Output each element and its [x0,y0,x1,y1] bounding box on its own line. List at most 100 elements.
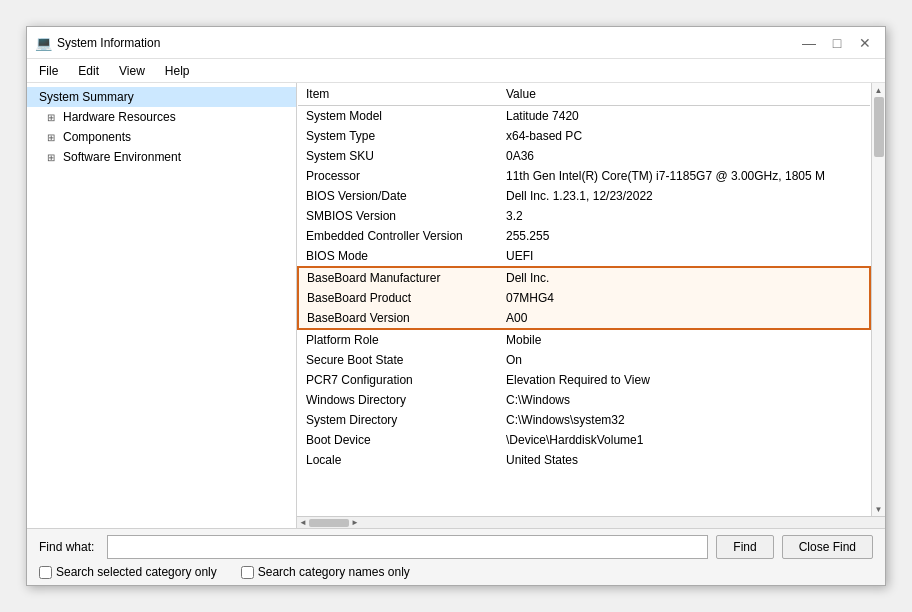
data-panel-inner: Item Value System ModelLatitude 7420Syst… [297,83,885,516]
menu-help[interactable]: Help [157,62,198,80]
table-cell-value: 0A36 [498,146,870,166]
maximize-button[interactable]: □ [825,31,849,55]
table-row: Secure Boot StateOn [298,350,870,370]
table-cell-item: Windows Directory [298,390,498,410]
find-label: Find what: [39,540,99,554]
table-row: System SKU0A36 [298,146,870,166]
table-row: Embedded Controller Version255.255 [298,226,870,246]
sidebar-label-software: Software Environment [63,150,181,164]
app-icon: 💻 [35,35,51,51]
table-cell-value: On [498,350,870,370]
sidebar-item-hardware-resources[interactable]: ⊞ Hardware Resources [27,107,296,127]
table-row: BaseBoard ManufacturerDell Inc. [298,267,870,288]
checkbox-category-names[interactable]: Search category names only [241,565,410,579]
main-window: 💻 System Information — □ ✕ File Edit Vie… [26,26,886,586]
table-cell-item: SMBIOS Version [298,206,498,226]
title-bar: 💻 System Information — □ ✕ [27,27,885,59]
table-cell-item: System SKU [298,146,498,166]
scroll-up-arrow[interactable]: ▲ [875,83,883,97]
table-cell-item: BaseBoard Manufacturer [298,267,498,288]
sidebar-label-hardware: Hardware Resources [63,110,176,124]
table-cell-item: System Directory [298,410,498,430]
expand-components-icon: ⊞ [47,132,59,143]
table-row: Processor11th Gen Intel(R) Core(TM) i7-1… [298,166,870,186]
table-cell-item: BaseBoard Product [298,288,498,308]
table-row: SMBIOS Version3.2 [298,206,870,226]
sidebar-label-system-summary: System Summary [39,90,134,104]
scroll-left-arrow[interactable]: ◄ [299,518,307,527]
table-row: Boot Device\Device\HarddiskVolume1 [298,430,870,450]
close-find-button[interactable]: Close Find [782,535,873,559]
table-cell-item: BIOS Mode [298,246,498,267]
expand-hardware-icon: ⊞ [47,112,59,123]
table-cell-item: System Type [298,126,498,146]
table-cell-item: BaseBoard Version [298,308,498,329]
data-panel: Item Value System ModelLatitude 7420Syst… [297,83,885,528]
table-row: LocaleUnited States [298,450,870,470]
data-table-container[interactable]: Item Value System ModelLatitude 7420Syst… [297,83,871,516]
scroll-thumb[interactable] [874,97,884,157]
table-row: System DirectoryC:\Windows\system32 [298,410,870,430]
data-table: Item Value System ModelLatitude 7420Syst… [297,83,871,470]
sidebar-item-software-environment[interactable]: ⊞ Software Environment [27,147,296,167]
table-cell-value: UEFI [498,246,870,267]
table-cell-item: Processor [298,166,498,186]
sidebar-item-system-summary[interactable]: System Summary [27,87,296,107]
table-cell-value: C:\Windows\system32 [498,410,870,430]
scroll-right-arrow[interactable]: ► [351,518,359,527]
find-row: Find what: Find Close Find [39,535,873,559]
table-cell-value: Mobile [498,329,870,350]
footer: Find what: Find Close Find Search select… [27,528,885,585]
table-cell-value: \Device\HarddiskVolume1 [498,430,870,450]
table-row: BIOS Version/DateDell Inc. 1.23.1, 12/23… [298,186,870,206]
checkbox-selected-category-input[interactable] [39,566,52,579]
table-cell-value: Latitude 7420 [498,106,870,127]
table-cell-item: Embedded Controller Version [298,226,498,246]
menu-edit[interactable]: Edit [70,62,107,80]
table-row: PCR7 ConfigurationElevation Required to … [298,370,870,390]
vertical-scrollbar[interactable]: ▲ ▼ [871,83,885,516]
table-cell-value: 3.2 [498,206,870,226]
expand-software-icon: ⊞ [47,152,59,163]
table-cell-item: Platform Role [298,329,498,350]
sidebar-label-components: Components [63,130,131,144]
table-row: BIOS ModeUEFI [298,246,870,267]
find-button[interactable]: Find [716,535,773,559]
checkbox-selected-category[interactable]: Search selected category only [39,565,217,579]
main-content: System Summary ⊞ Hardware Resources ⊞ Co… [27,83,885,528]
table-row: BaseBoard VersionA00 [298,308,870,329]
checkbox-category-names-input[interactable] [241,566,254,579]
table-cell-item: System Model [298,106,498,127]
col-header-item: Item [298,83,498,106]
table-row: Platform RoleMobile [298,329,870,350]
horizontal-scrollbar[interactable]: ◄ ► [297,516,885,528]
table-row: System Typex64-based PC [298,126,870,146]
checkboxes-row: Search selected category only Search cat… [39,565,873,579]
find-input[interactable] [107,535,708,559]
table-row: System ModelLatitude 7420 [298,106,870,127]
table-cell-item: PCR7 Configuration [298,370,498,390]
table-cell-value: United States [498,450,870,470]
menu-file[interactable]: File [31,62,66,80]
sidebar-item-components[interactable]: ⊞ Components [27,127,296,147]
scroll-x-thumb[interactable] [309,519,349,527]
table-cell-value: C:\Windows [498,390,870,410]
menu-view[interactable]: View [111,62,153,80]
window-controls: — □ ✕ [797,31,877,55]
minimize-button[interactable]: — [797,31,821,55]
table-row: BaseBoard Product07MHG4 [298,288,870,308]
table-cell-item: BIOS Version/Date [298,186,498,206]
scroll-track[interactable] [872,97,885,502]
table-cell-value: Dell Inc. [498,267,870,288]
close-button[interactable]: ✕ [853,31,877,55]
window-title: System Information [57,36,797,50]
table-cell-value: Dell Inc. 1.23.1, 12/23/2022 [498,186,870,206]
menu-bar: File Edit View Help [27,59,885,83]
table-cell-item: Boot Device [298,430,498,450]
table-cell-value: 255.255 [498,226,870,246]
table-cell-value: x64-based PC [498,126,870,146]
table-cell-value: Elevation Required to View [498,370,870,390]
table-cell-value: A00 [498,308,870,329]
table-cell-value: 07MHG4 [498,288,870,308]
scroll-down-arrow[interactable]: ▼ [875,502,883,516]
